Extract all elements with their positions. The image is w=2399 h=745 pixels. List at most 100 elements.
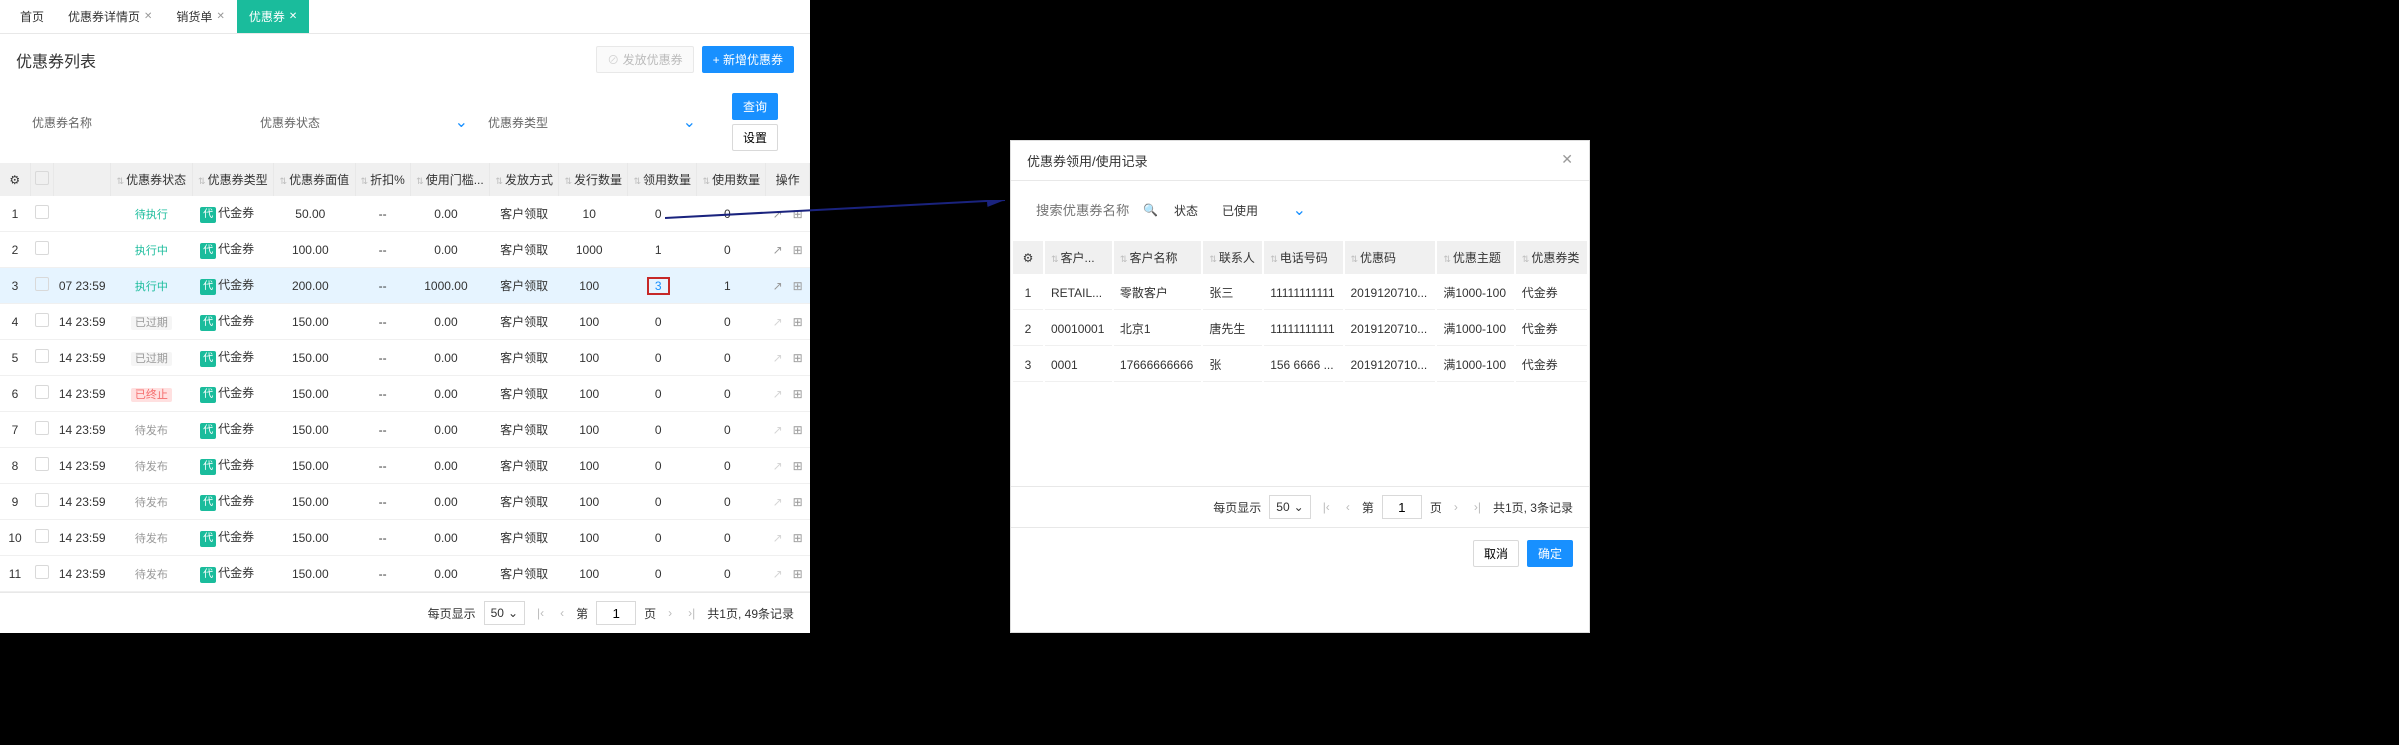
next-page-icon[interactable]: › bbox=[664, 606, 676, 620]
time-column[interactable] bbox=[54, 163, 111, 196]
share-icon[interactable]: ↗ bbox=[771, 243, 785, 257]
filter-type-select[interactable]: ⌄ bbox=[556, 110, 696, 134]
row-checkbox[interactable] bbox=[35, 385, 49, 399]
tab-coupon[interactable]: 优惠券✕ bbox=[237, 0, 309, 33]
query-button[interactable]: 查询 bbox=[732, 93, 778, 120]
threshold-column[interactable]: ⇅使用门槛... bbox=[410, 163, 489, 196]
contact-column[interactable]: ⇅联系人 bbox=[1203, 241, 1262, 274]
share-icon[interactable]: ↗ bbox=[771, 531, 785, 545]
select-all-checkbox[interactable] bbox=[35, 171, 49, 185]
table-row[interactable]: 1 待执行 代代金券 50.00 -- 0.00 客户领取 10 0 0 ↗⊞ bbox=[0, 196, 810, 232]
table-row[interactable]: 8 14 23:59 待发布 代代金券 150.00 -- 0.00 客户领取 … bbox=[0, 448, 810, 484]
per-page-select[interactable]: 50⌄ bbox=[1269, 495, 1310, 519]
share-icon[interactable]: ↗ bbox=[771, 495, 785, 509]
table-row[interactable]: 2 执行中 代代金券 100.00 -- 0.00 客户领取 1000 1 0 … bbox=[0, 232, 810, 268]
distribute-button[interactable]: ⊘ 发放优惠券 bbox=[596, 46, 693, 73]
coupon-type-column[interactable]: ⇅优惠券类 bbox=[1516, 241, 1587, 274]
share-icon[interactable]: ↗ bbox=[771, 423, 785, 437]
row-checkbox[interactable] bbox=[35, 349, 49, 363]
search-icon[interactable]: 🔍 bbox=[1143, 203, 1158, 217]
qr-icon[interactable]: ⊞ bbox=[791, 531, 805, 545]
qr-icon[interactable]: ⊞ bbox=[791, 567, 805, 581]
table-row[interactable]: 3 07 23:59 执行中 代代金券 200.00 -- 1000.00 客户… bbox=[0, 268, 810, 304]
close-icon[interactable]: ✕ bbox=[216, 11, 224, 22]
next-page-icon[interactable]: › bbox=[1450, 500, 1462, 514]
table-row[interactable]: 9 14 23:59 待发布 代代金券 150.00 -- 0.00 客户领取 … bbox=[0, 484, 810, 520]
tab-sales[interactable]: 销货单✕ bbox=[164, 0, 236, 33]
prev-page-icon[interactable]: ‹ bbox=[556, 606, 568, 620]
issue-column[interactable]: ⇅发行数量 bbox=[559, 163, 628, 196]
qr-icon[interactable]: ⊞ bbox=[791, 279, 805, 293]
share-icon[interactable]: ↗ bbox=[771, 459, 785, 473]
tab-detail[interactable]: 优惠券详情页✕ bbox=[56, 0, 164, 33]
discount-column[interactable]: ⇅折扣% bbox=[355, 163, 410, 196]
status-select[interactable]: 已使用⌄ bbox=[1214, 197, 1314, 223]
first-page-icon[interactable]: |‹ bbox=[1319, 500, 1334, 514]
share-icon[interactable]: ↗ bbox=[771, 207, 785, 221]
prev-page-icon[interactable]: ‹ bbox=[1342, 500, 1354, 514]
first-page-icon[interactable]: |‹ bbox=[533, 606, 548, 620]
customer-name-column[interactable]: ⇅客户名称 bbox=[1114, 241, 1201, 274]
table-row[interactable]: 4 14 23:59 已过期 代代金券 150.00 -- 0.00 客户领取 … bbox=[0, 304, 810, 340]
share-icon[interactable]: ↗ bbox=[771, 567, 785, 581]
qr-icon[interactable]: ⊞ bbox=[791, 495, 805, 509]
claim-column[interactable]: ⇅领用数量 bbox=[628, 163, 697, 196]
qr-icon[interactable]: ⊞ bbox=[791, 459, 805, 473]
close-icon[interactable]: ✕ bbox=[289, 11, 297, 22]
row-checkbox[interactable] bbox=[35, 457, 49, 471]
filter-status-select[interactable]: ⌄ bbox=[328, 110, 468, 134]
table-row[interactable]: 7 14 23:59 待发布 代代金券 150.00 -- 0.00 客户领取 … bbox=[0, 412, 810, 448]
table-row[interactable]: 6 14 23:59 已终止 代代金券 150.00 -- 0.00 客户领取 … bbox=[0, 376, 810, 412]
share-icon[interactable]: ↗ bbox=[771, 315, 785, 329]
add-coupon-button[interactable]: + 新增优惠券 bbox=[702, 46, 794, 73]
page-input[interactable] bbox=[1382, 495, 1422, 519]
share-icon[interactable]: ↗ bbox=[771, 351, 785, 365]
gear-column[interactable]: ⚙ bbox=[0, 163, 30, 196]
customer-code-column[interactable]: ⇅客户... bbox=[1045, 241, 1112, 274]
amount-column[interactable]: ⇅优惠券面值 bbox=[274, 163, 355, 196]
type-column[interactable]: ⇅优惠券类型 bbox=[192, 163, 273, 196]
qr-icon[interactable]: ⊞ bbox=[791, 207, 805, 221]
row-checkbox[interactable] bbox=[35, 313, 49, 327]
row-checkbox[interactable] bbox=[35, 205, 49, 219]
status-column[interactable]: ⇅优惠券状态 bbox=[111, 163, 192, 196]
close-icon[interactable]: ✕ bbox=[144, 11, 152, 22]
claim-link[interactable]: 3 bbox=[647, 277, 670, 295]
row-checkbox[interactable] bbox=[35, 277, 49, 291]
share-icon[interactable]: ↗ bbox=[771, 387, 785, 401]
search-input[interactable] bbox=[1027, 197, 1147, 223]
table-row[interactable]: 11 14 23:59 待发布 代代金券 150.00 -- 0.00 客户领取… bbox=[0, 556, 810, 592]
row-checkbox[interactable] bbox=[35, 565, 49, 579]
table-row[interactable]: 5 14 23:59 已过期 代代金券 150.00 -- 0.00 客户领取 … bbox=[0, 340, 810, 376]
qr-icon[interactable]: ⊞ bbox=[791, 387, 805, 401]
cancel-button[interactable]: 取消 bbox=[1473, 540, 1519, 567]
row-checkbox[interactable] bbox=[35, 421, 49, 435]
qr-icon[interactable]: ⊞ bbox=[791, 243, 805, 257]
distribute-column[interactable]: ⇅发放方式 bbox=[490, 163, 559, 196]
share-icon[interactable]: ↗ bbox=[771, 279, 785, 293]
last-page-icon[interactable]: ›| bbox=[1470, 500, 1485, 514]
coupon-code-column[interactable]: ⇅优惠码 bbox=[1345, 241, 1436, 274]
last-page-icon[interactable]: ›| bbox=[684, 606, 699, 620]
table-row[interactable]: 3 0001 17666666666 张 156 6666 ... 201912… bbox=[1013, 348, 1587, 382]
use-column[interactable]: ⇅使用数量 bbox=[697, 163, 766, 196]
page-input[interactable] bbox=[596, 601, 636, 625]
qr-icon[interactable]: ⊞ bbox=[791, 315, 805, 329]
coupon-subject-column[interactable]: ⇅优惠主题 bbox=[1437, 241, 1513, 274]
row-checkbox[interactable] bbox=[35, 529, 49, 543]
gear-column[interactable]: ⚙ bbox=[1013, 241, 1043, 274]
settings-button[interactable]: 设置 bbox=[732, 124, 778, 151]
table-row[interactable]: 10 14 23:59 待发布 代代金券 150.00 -- 0.00 客户领取… bbox=[0, 520, 810, 556]
close-icon[interactable]: ✕ bbox=[1561, 151, 1573, 170]
table-row[interactable]: 2 00010001 北京1 唐先生 11111111111 201912071… bbox=[1013, 312, 1587, 346]
row-checkbox[interactable] bbox=[35, 493, 49, 507]
qr-icon[interactable]: ⊞ bbox=[791, 351, 805, 365]
row-checkbox[interactable] bbox=[35, 241, 49, 255]
tab-home[interactable]: 首页 bbox=[8, 0, 56, 33]
phone-column[interactable]: ⇅电话号码 bbox=[1264, 241, 1342, 274]
table-row[interactable]: 1 RETAIL... 零散客户 张三 11111111111 20191207… bbox=[1013, 276, 1587, 310]
per-page-select[interactable]: 50⌄ bbox=[484, 601, 525, 625]
qr-icon[interactable]: ⊞ bbox=[791, 423, 805, 437]
filter-name-input[interactable] bbox=[100, 110, 240, 134]
confirm-button[interactable]: 确定 bbox=[1527, 540, 1573, 567]
